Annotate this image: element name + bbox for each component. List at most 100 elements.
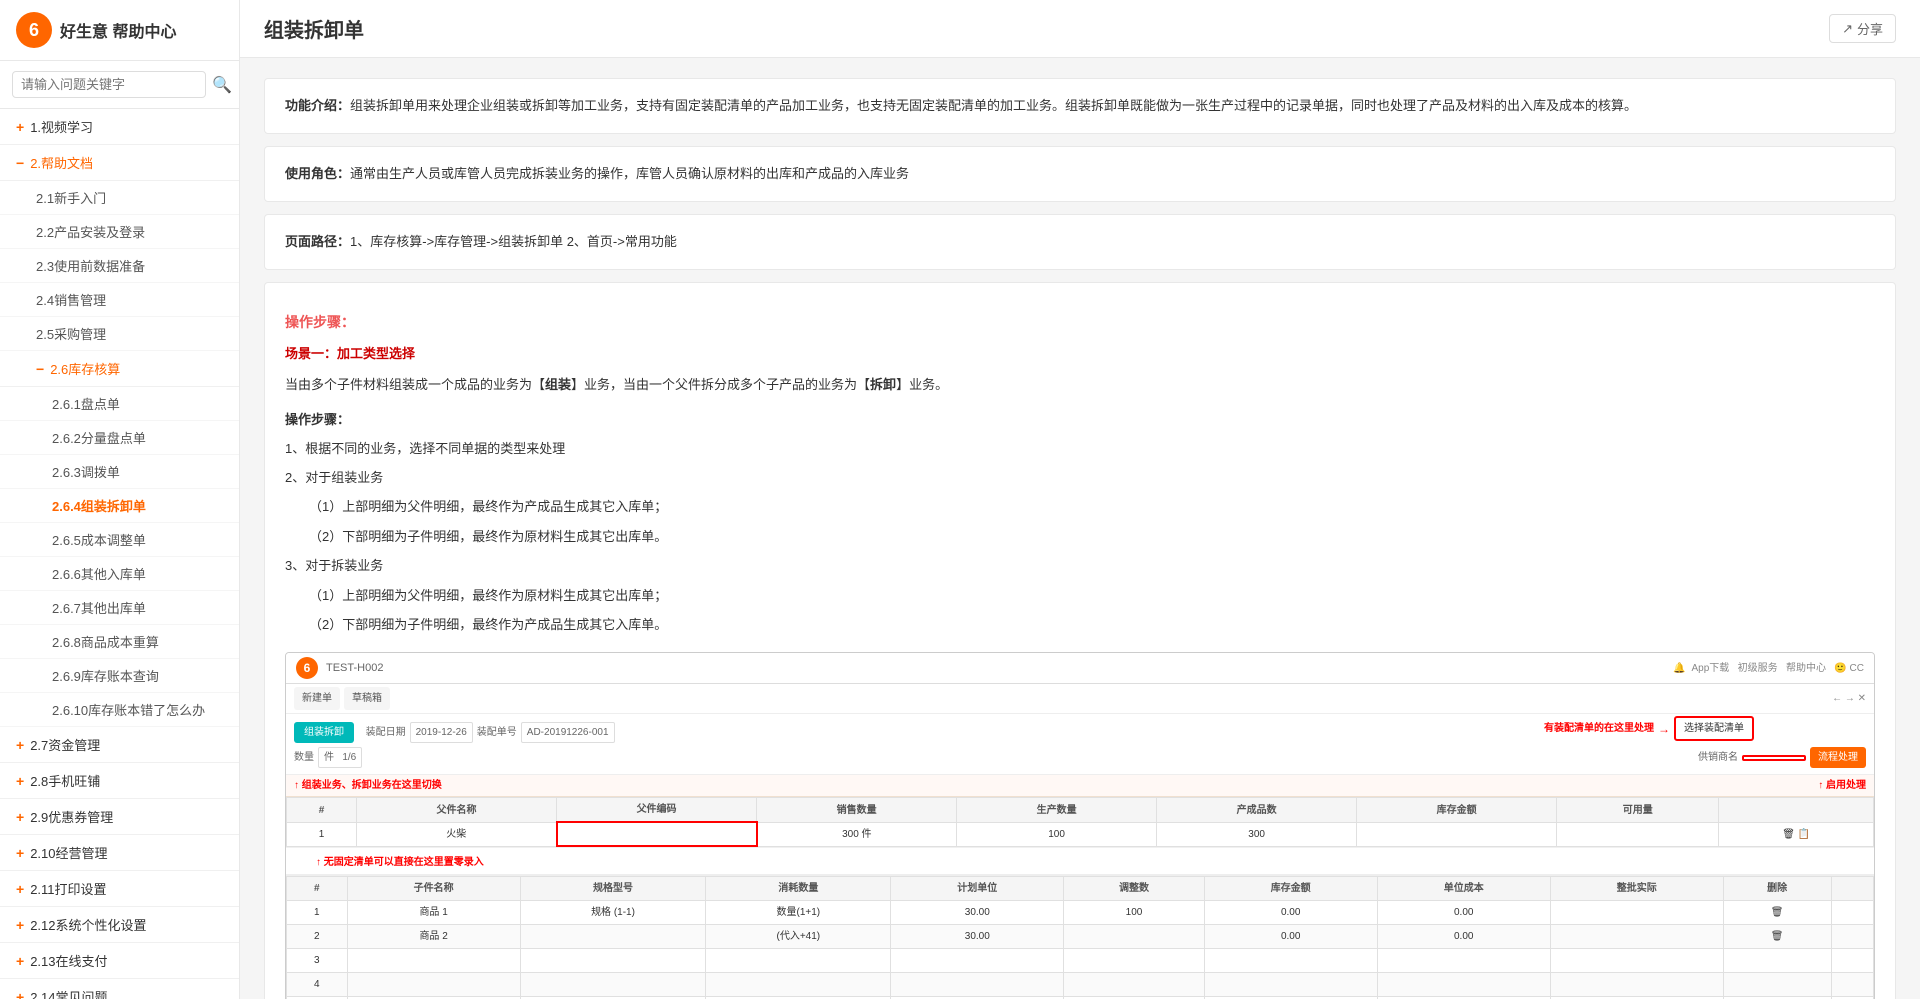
lcell-icon-1 bbox=[1831, 901, 1874, 925]
step-2-2: （2）下部明细为子件明细，最终作为原材料生成其它出库单。 bbox=[285, 525, 1875, 548]
sidebar-item-dataprep[interactable]: 2.3使用前数据准备 bbox=[0, 249, 239, 283]
mock-btn-new[interactable]: 新建单 bbox=[294, 687, 340, 710]
col-consume-qty: 消耗数量 bbox=[706, 877, 891, 901]
mock-order-value[interactable]: AD-20191226-001 bbox=[521, 722, 615, 743]
sidebar-item-sysconfig[interactable]: + 2.12系统个性化设置 bbox=[0, 907, 239, 943]
lcell-consume-2: (代入+41) bbox=[706, 925, 891, 949]
share-button[interactable]: ↗ 分享 bbox=[1829, 14, 1896, 43]
cell-num: 1 bbox=[287, 822, 357, 846]
lcell-spec-2 bbox=[520, 925, 706, 949]
intro-block: 功能介绍：组装拆卸单用来处理企业组装或拆卸等加工业务，支持有固定装配清单的产品加… bbox=[264, 78, 1896, 134]
sidebar-item-newcomer[interactable]: 2.1新手入门 bbox=[0, 181, 239, 215]
bizmgmt-plus-icon: + bbox=[16, 845, 24, 861]
mock-tab-assemble[interactable]: 组装拆卸 bbox=[294, 722, 354, 743]
lcell-plan-1: 30.00 bbox=[891, 901, 1064, 925]
sidebar-item-payment[interactable]: + 2.13在线支付 bbox=[0, 943, 239, 979]
mock-annot2-row: ↑ 组装业务、拆卸业务在这里切换 ↑ 启用处理 bbox=[286, 775, 1874, 797]
lcell-spec-1: 规格 (1-1) bbox=[520, 901, 706, 925]
sidebar-item-print-label: 2.11打印设置 bbox=[30, 879, 106, 898]
lcell-inv-1: 0.00 bbox=[1204, 901, 1377, 925]
mobile-plus-icon: + bbox=[16, 773, 24, 789]
search-input[interactable] bbox=[12, 71, 206, 98]
mock-form-area: 组装拆卸 装配日期 2019-12-26 装配单号 AD-20191226-00… bbox=[286, 714, 1874, 775]
sidebar-item-transfer[interactable]: 2.6.3调拨单 bbox=[0, 455, 239, 489]
sidebar-item-coupon-label: 2.9优惠券管理 bbox=[30, 807, 113, 826]
lcell-batch-2 bbox=[1550, 925, 1723, 949]
mock-date-value[interactable]: 2019-12-26 bbox=[410, 722, 473, 743]
logo-text: 好生意 帮助中心 bbox=[60, 18, 176, 42]
main-header: 组装拆卸单 ↗ 分享 bbox=[240, 0, 1920, 58]
col-inv-amount: 库存金额 bbox=[1357, 798, 1557, 823]
sidebar-item-stockledgererr[interactable]: 2.6.10库存账本错了怎么办 bbox=[0, 693, 239, 727]
path-text: 1、库存核算->库存管理->组装拆卸单 2、首页->常用功能 bbox=[350, 234, 677, 249]
path-block: 页面路径：1、库存核算->库存管理->组装拆卸单 2、首页->常用功能 bbox=[264, 214, 1896, 270]
sidebar-item-costrecalc[interactable]: 2.6.8商品成本重算 bbox=[0, 625, 239, 659]
mock-supplier-input[interactable] bbox=[1742, 755, 1806, 761]
sidebar-item-finance-label: 2.7资金管理 bbox=[30, 735, 100, 754]
sidebar-item-mobile[interactable]: + 2.8手机旺铺 bbox=[0, 763, 239, 799]
sidebar-item-finance[interactable]: + 2.7资金管理 bbox=[0, 727, 239, 763]
step-3-1: （1）上部明细为父件明细，最终作为原材料生成其它出库单； bbox=[285, 584, 1875, 607]
sidebar-item-faq[interactable]: + 2.14常见问题 bbox=[0, 979, 239, 999]
sidebar-item-otheroutbound[interactable]: 2.6.7其他出库单 bbox=[0, 591, 239, 625]
scene-heading: 场景一：加工类型选择 bbox=[285, 343, 1875, 365]
lcell-plan-2: 30.00 bbox=[891, 925, 1064, 949]
cell-parent-name: 火柴 bbox=[357, 822, 557, 846]
sidebar-item-bizmgmt[interactable]: + 2.10经营管理 bbox=[0, 835, 239, 871]
sidebar-item-partstocktake[interactable]: 2.6.2分量盘点单 bbox=[0, 421, 239, 455]
sidebar-item-otherinbound[interactable]: 2.6.6其他入库单 bbox=[0, 557, 239, 591]
mock-topbar: 6 TEST-H002 🔔 App下载 初级服务 帮助中心 🙂 CC bbox=[286, 653, 1874, 684]
mock-date-label: 装配日期 bbox=[366, 724, 406, 741]
mock-select-list-btn[interactable]: 选择装配清单 bbox=[1674, 716, 1754, 741]
lcell-del-2[interactable]: 🗑 bbox=[1723, 925, 1831, 949]
main-area: 组装拆卸单 ↗ 分享 功能介绍：组装拆卸单用来处理企业组装或拆卸等加工业务，支持… bbox=[240, 0, 1920, 999]
col-child-name: 子件名称 bbox=[347, 877, 520, 901]
step-3: 3、对于拆装业务 bbox=[285, 554, 1875, 577]
sidebar-item-sales[interactable]: 2.4销售管理 bbox=[0, 283, 239, 317]
col-prod-qty: 生产数量 bbox=[957, 798, 1157, 823]
cell-available bbox=[1557, 822, 1719, 846]
cell-prod-qty: 100 bbox=[957, 822, 1157, 846]
sidebar-item-docs-label: 2.帮助文档 bbox=[30, 153, 93, 172]
sidebar-item-costadjust[interactable]: 2.6.5成本调整单 bbox=[0, 523, 239, 557]
sidebar: 6 好生意 帮助中心 🔍 + 1.视频学习 − 2.帮助文档 2.1新手入门 2… bbox=[0, 0, 240, 999]
col-inv-stock: 库存金额 bbox=[1204, 877, 1377, 901]
lcell-name-1: 商品 1 bbox=[347, 901, 520, 925]
sidebar-item-print[interactable]: + 2.11打印设置 bbox=[0, 871, 239, 907]
lcell-del-1[interactable]: 🗑 bbox=[1723, 901, 1831, 925]
cell-finished-qty: 300 bbox=[1157, 822, 1357, 846]
lower-row-3: 3 bbox=[287, 949, 1874, 973]
sidebar-item-payment-label: 2.13在线支付 bbox=[30, 951, 107, 970]
print-plus-icon: + bbox=[16, 881, 24, 897]
sidebar-item-stockledger[interactable]: 2.6.9库存账本查询 bbox=[0, 659, 239, 693]
search-icon[interactable]: 🔍 bbox=[212, 75, 232, 95]
share-label: 分享 bbox=[1857, 19, 1883, 38]
sidebar-item-coupon[interactable]: + 2.9优惠券管理 bbox=[0, 799, 239, 835]
col-delete: 删除 bbox=[1723, 877, 1831, 901]
sidebar-item-install[interactable]: 2.2产品安装及登录 bbox=[0, 215, 239, 249]
mock-qty-value[interactable]: 件 1/6 bbox=[318, 747, 362, 768]
sidebar-item-assemble[interactable]: 2.6.4组装拆卸单 bbox=[0, 489, 239, 523]
steps-list: 1、根据不同的业务，选择不同单据的类型来处理 2、对于组装业务 （1）上部明细为… bbox=[285, 437, 1875, 637]
mock-btn-draft[interactable]: 草稿箱 bbox=[344, 687, 390, 710]
sidebar-item-docs[interactable]: − 2.帮助文档 bbox=[0, 145, 239, 181]
col-ops bbox=[1719, 798, 1874, 823]
sidebar-item-inventory[interactable]: − 2.6库存核算 bbox=[0, 351, 239, 387]
lower-row-4: 4 bbox=[287, 973, 1874, 997]
sidebar-item-video[interactable]: + 1.视频学习 bbox=[0, 109, 239, 145]
cell-sales-qty: 300 件 bbox=[757, 822, 957, 846]
faq-plus-icon: + bbox=[16, 989, 24, 999]
mock-topbar-links: App下载 初级服务 帮助中心 🙂 CC bbox=[1692, 660, 1864, 677]
ops-label: 操作步骤： bbox=[285, 409, 1875, 431]
sidebar-item-purchase[interactable]: 2.5采购管理 bbox=[0, 317, 239, 351]
ops-heading: 操作步骤： bbox=[285, 311, 1875, 335]
mock-second-nav: 新建单 草稿箱 ← → ✕ bbox=[286, 684, 1874, 714]
col-num: # bbox=[287, 798, 357, 823]
lower-row-2: 2 商品 2 (代入+41) 30.00 0.00 0.00 🗑 bbox=[287, 925, 1874, 949]
mock-process-btn[interactable]: 流程处理 bbox=[1810, 747, 1866, 768]
lcell-unit-2: 0.00 bbox=[1377, 925, 1550, 949]
lcell-adjust-2 bbox=[1064, 925, 1204, 949]
lcell-inv-2: 0.00 bbox=[1204, 925, 1377, 949]
sidebar-item-stocktake[interactable]: 2.6.1盘点单 bbox=[0, 387, 239, 421]
sidebar-header: 6 好生意 帮助中心 bbox=[0, 0, 239, 61]
